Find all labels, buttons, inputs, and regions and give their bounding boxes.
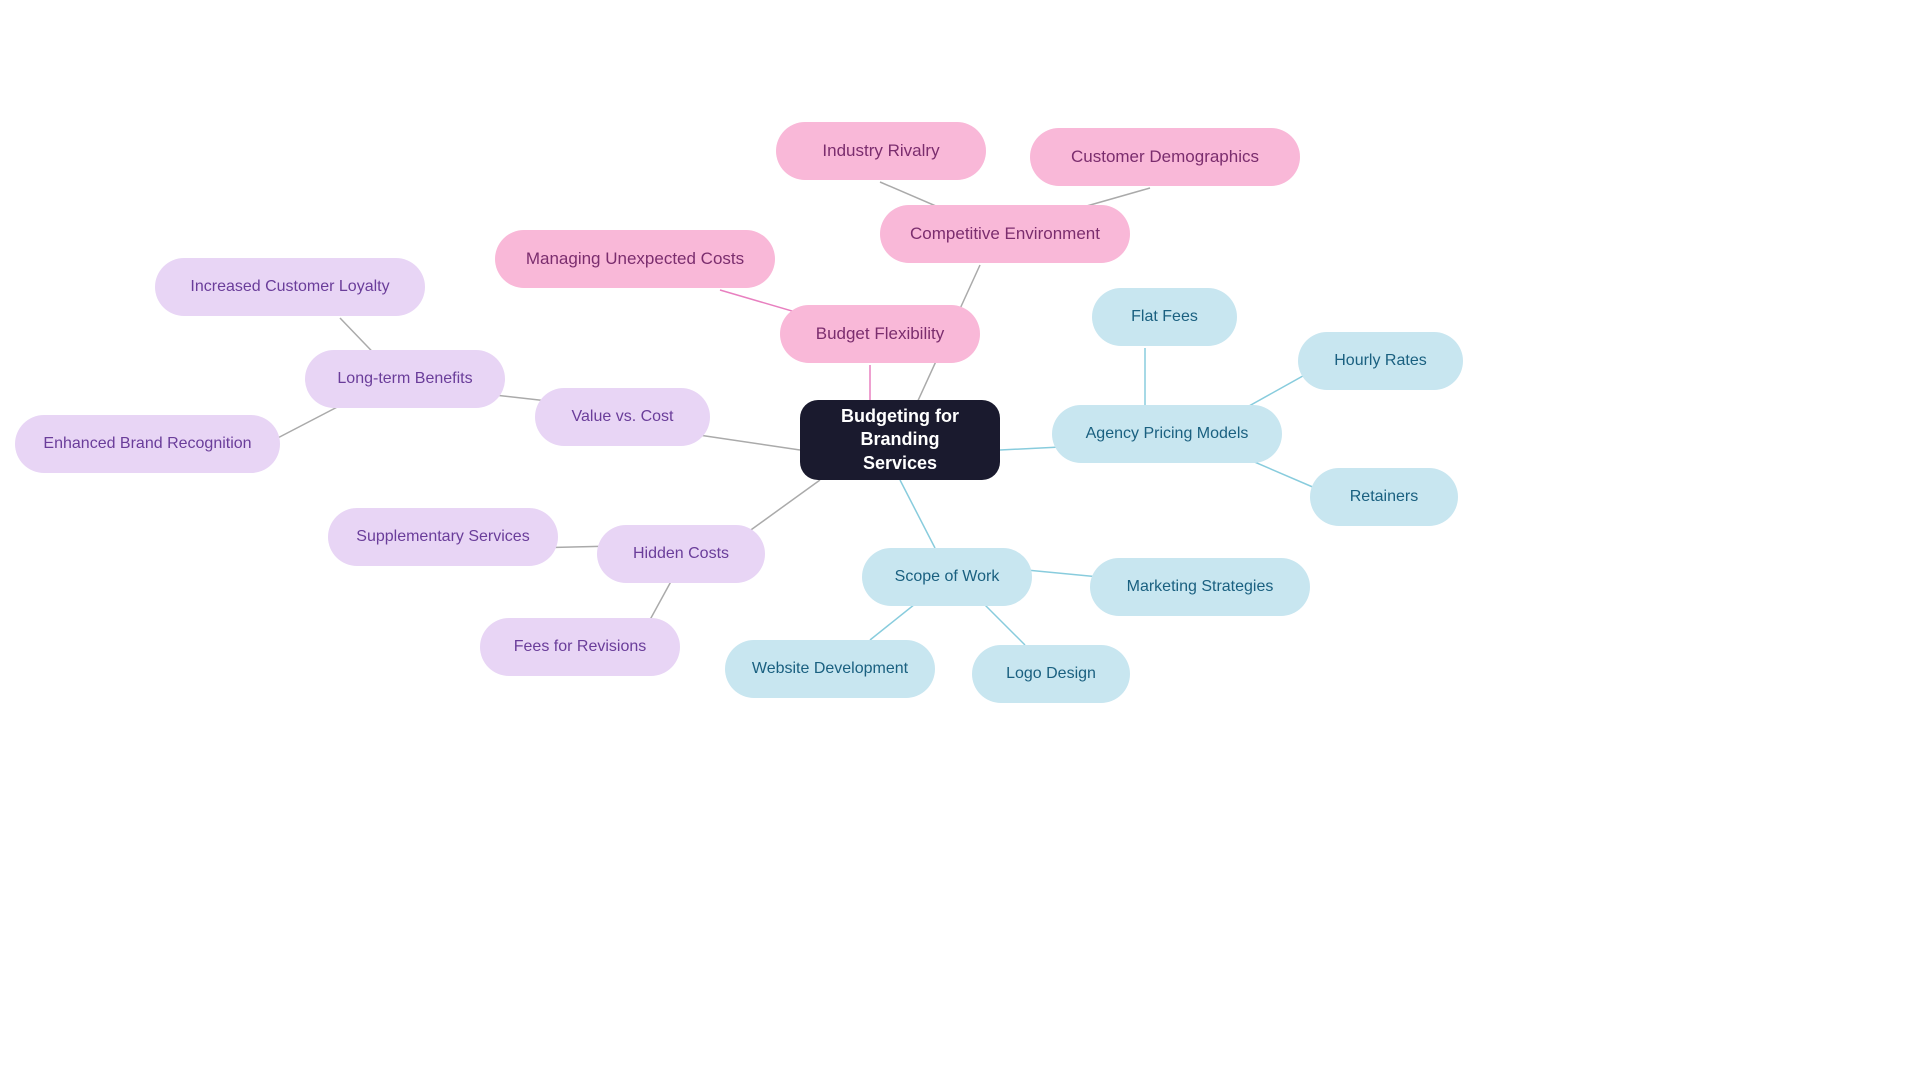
managing-unexpected-costs-label: Managing Unexpected Costs: [526, 248, 744, 270]
flat-fees-node: Flat Fees: [1092, 288, 1237, 346]
scope-of-work-node: Scope of Work: [862, 548, 1032, 606]
logo-design-label: Logo Design: [1006, 664, 1096, 685]
website-development-node: Website Development: [725, 640, 935, 698]
logo-design-node: Logo Design: [972, 645, 1130, 703]
long-term-benefits-label: Long-term Benefits: [337, 369, 472, 390]
hidden-costs-label: Hidden Costs: [633, 544, 729, 565]
supplementary-services-node: Supplementary Services: [328, 508, 558, 566]
scope-of-work-label: Scope of Work: [895, 567, 1000, 588]
customer-demographics-node: Customer Demographics: [1030, 128, 1300, 186]
increased-customer-loyalty-node: Increased Customer Loyalty: [155, 258, 425, 316]
customer-demographics-label: Customer Demographics: [1071, 146, 1259, 168]
agency-pricing-models-label: Agency Pricing Models: [1086, 424, 1249, 445]
center-node: Budgeting for Branding Services: [800, 400, 1000, 480]
fees-for-revisions-node: Fees for Revisions: [480, 618, 680, 676]
hourly-rates-node: Hourly Rates: [1298, 332, 1463, 390]
center-label: Budgeting for Branding Services: [822, 405, 978, 475]
budget-flexibility-node: Budget Flexibility: [780, 305, 980, 363]
enhanced-brand-recognition-node: Enhanced Brand Recognition: [15, 415, 280, 473]
long-term-benefits-node: Long-term Benefits: [305, 350, 505, 408]
industry-rivalry-node: Industry Rivalry: [776, 122, 986, 180]
retainers-node: Retainers: [1310, 468, 1458, 526]
managing-unexpected-costs-node: Managing Unexpected Costs: [495, 230, 775, 288]
hidden-costs-node: Hidden Costs: [597, 525, 765, 583]
flat-fees-label: Flat Fees: [1131, 307, 1198, 328]
budget-flexibility-label: Budget Flexibility: [816, 323, 945, 345]
value-vs-cost-node: Value vs. Cost: [535, 388, 710, 446]
hourly-rates-label: Hourly Rates: [1334, 351, 1426, 372]
website-development-label: Website Development: [752, 659, 908, 680]
increased-customer-loyalty-label: Increased Customer Loyalty: [190, 277, 389, 298]
marketing-strategies-label: Marketing Strategies: [1127, 577, 1274, 598]
marketing-strategies-node: Marketing Strategies: [1090, 558, 1310, 616]
supplementary-services-label: Supplementary Services: [356, 527, 529, 548]
value-vs-cost-label: Value vs. Cost: [572, 407, 674, 428]
industry-rivalry-label: Industry Rivalry: [822, 140, 939, 162]
competitive-environment-label: Competitive Environment: [910, 223, 1100, 245]
retainers-label: Retainers: [1350, 487, 1418, 508]
fees-for-revisions-label: Fees for Revisions: [514, 637, 647, 658]
enhanced-brand-recognition-label: Enhanced Brand Recognition: [43, 434, 251, 455]
competitive-environment-node: Competitive Environment: [880, 205, 1130, 263]
agency-pricing-models-node: Agency Pricing Models: [1052, 405, 1282, 463]
